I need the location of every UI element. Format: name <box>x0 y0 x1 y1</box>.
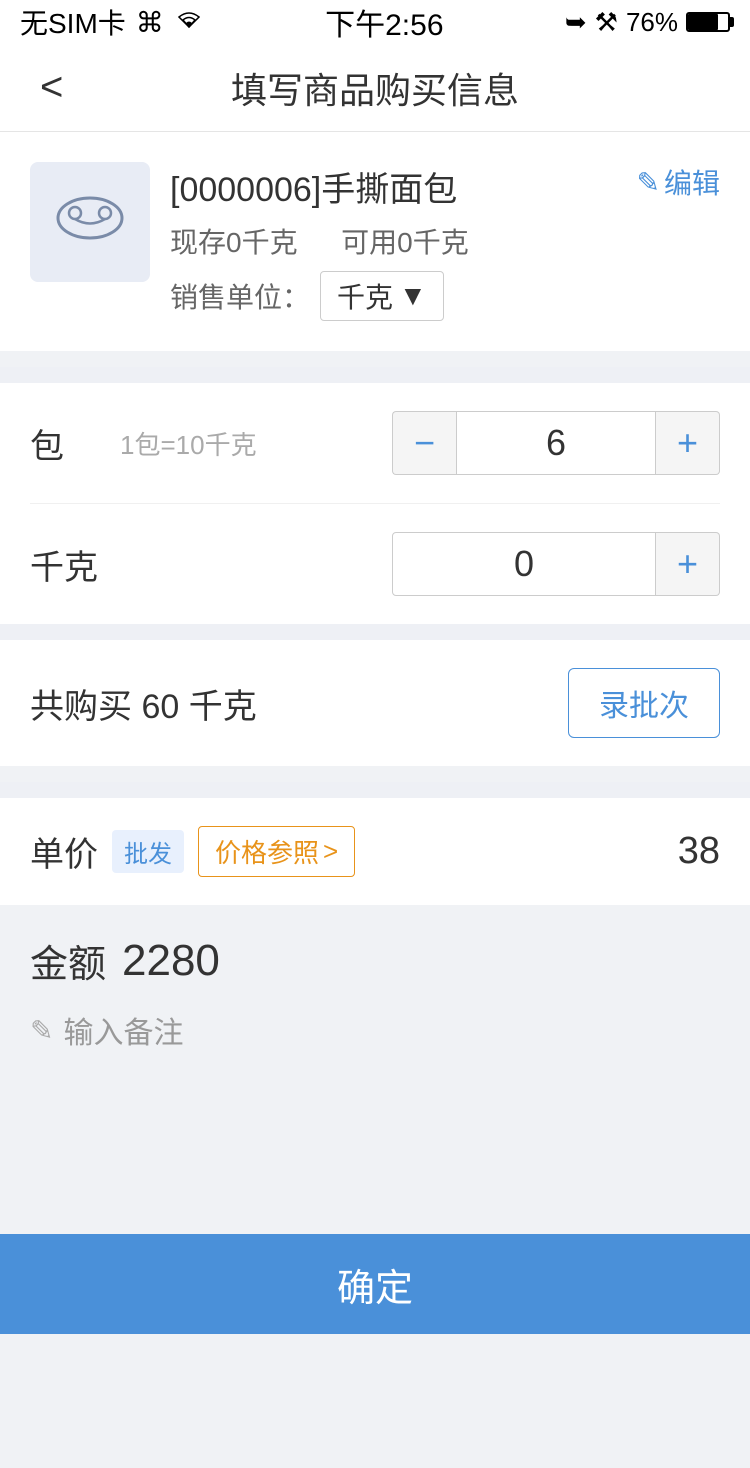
price-value: 38 <box>678 830 720 873</box>
total-unit: 千克 <box>189 688 257 726</box>
section-divider-1 <box>0 367 750 383</box>
total-prefix: 共购买 <box>30 688 132 726</box>
status-left: 无SIM卡 ⌘ <box>20 2 204 42</box>
package-minus-button[interactable]: − <box>392 411 456 475</box>
remark-row[interactable]: ✎ 输入备注 <box>30 1008 720 1052</box>
edit-label: 编辑 <box>664 162 720 202</box>
pencil-icon: ✎ <box>30 1014 53 1047</box>
product-card: [0000006]手撕面包 ✎ 编辑 现存0千克 可用0千克 销售单位： 千克 … <box>0 132 750 351</box>
kg-row: 千克 + <box>30 504 720 624</box>
edit-icon: ✎ <box>637 166 660 199</box>
price-ref-button[interactable]: 价格参照 > <box>198 826 355 877</box>
page-title: 填写商品购买信息 <box>231 62 519 114</box>
batch-tag: 批发 <box>112 830 184 873</box>
product-stock: 现存0千克 可用0千克 <box>170 221 720 261</box>
status-bar: 无SIM卡 ⌘ 下午2:56 ➥ ⚒ 76% <box>0 0 750 44</box>
product-name: [0000006]手撕面包 <box>170 162 637 211</box>
battery-indicator <box>686 12 730 32</box>
product-image <box>30 162 150 282</box>
carrier-text: 无SIM卡 <box>20 2 126 42</box>
amount-label: 金额 <box>30 933 106 988</box>
confirm-text: 确定 <box>337 1257 413 1312</box>
unit-select[interactable]: 千克 ▼ <box>320 271 444 321</box>
unit-label: 销售单位： <box>170 276 310 316</box>
package-input[interactable] <box>456 411 656 475</box>
amount-value: 2280 <box>122 936 220 986</box>
status-right: ➥ ⚒ 76% <box>565 7 730 38</box>
price-row: 单价 批发 价格参照 > 38 <box>30 826 720 877</box>
spacer <box>305 227 333 258</box>
price-section: 单价 批发 价格参照 > 38 <box>0 798 750 905</box>
package-controls: − + <box>392 411 720 475</box>
wifi-signal <box>174 6 204 38</box>
alarm-icon: ⚒ <box>595 7 618 38</box>
confirm-bar[interactable]: 确定 <box>0 1234 750 1334</box>
status-time: 下午2:56 <box>325 0 443 44</box>
product-unit-row: 销售单位： 千克 ▼ <box>170 271 720 321</box>
kg-label: 千克 <box>30 540 110 589</box>
nav-bar: < 填写商品购买信息 <box>0 44 750 132</box>
package-plus-button[interactable]: + <box>656 411 720 475</box>
price-ref-label: 价格参照 <box>215 833 319 870</box>
package-hint: 1包=10千克 <box>120 425 392 462</box>
battery-percent: 76% <box>626 7 678 38</box>
available-text: 可用0千克 <box>341 227 469 258</box>
remark-label: 输入备注 <box>63 1008 183 1052</box>
wifi-icon: ⌘ <box>136 6 164 39</box>
total-text: 共购买 60 千克 <box>30 679 257 728</box>
product-info: [0000006]手撕面包 ✎ 编辑 现存0千克 可用0千克 销售单位： 千克 … <box>170 162 720 321</box>
package-label: 包 <box>30 419 110 468</box>
price-ref-arrow: > <box>323 836 338 867</box>
package-row: 包 1包=10千克 − + <box>30 383 720 504</box>
total-section: 共购买 60 千克 录批次 <box>0 640 750 766</box>
unit-dropdown-icon: ▼ <box>399 280 427 312</box>
record-batch-button[interactable]: 录批次 <box>568 668 720 738</box>
amount-row: 金额 2280 <box>30 933 720 988</box>
edit-button[interactable]: ✎ 编辑 <box>637 162 720 202</box>
amount-section: 金额 2280 ✎ 输入备注 <box>0 905 750 1068</box>
price-label-group: 单价 批发 价格参照 > <box>30 826 355 877</box>
back-button[interactable]: < <box>30 55 73 120</box>
section-divider-2 <box>0 624 750 640</box>
kg-controls: + <box>392 532 720 596</box>
total-amount: 60 <box>141 688 179 726</box>
location-icon: ➥ <box>565 7 587 38</box>
kg-input[interactable] <box>392 532 656 596</box>
price-label: 单价 <box>30 827 98 876</box>
input-section: 包 1包=10千克 − + 千克 + <box>0 383 750 624</box>
unit-value: 千克 <box>337 276 393 316</box>
section-divider-3 <box>0 782 750 798</box>
product-logo <box>55 193 125 252</box>
stock-text: 现存0千克 <box>170 227 298 258</box>
kg-plus-button[interactable]: + <box>656 532 720 596</box>
product-header: [0000006]手撕面包 ✎ 编辑 <box>170 162 720 211</box>
